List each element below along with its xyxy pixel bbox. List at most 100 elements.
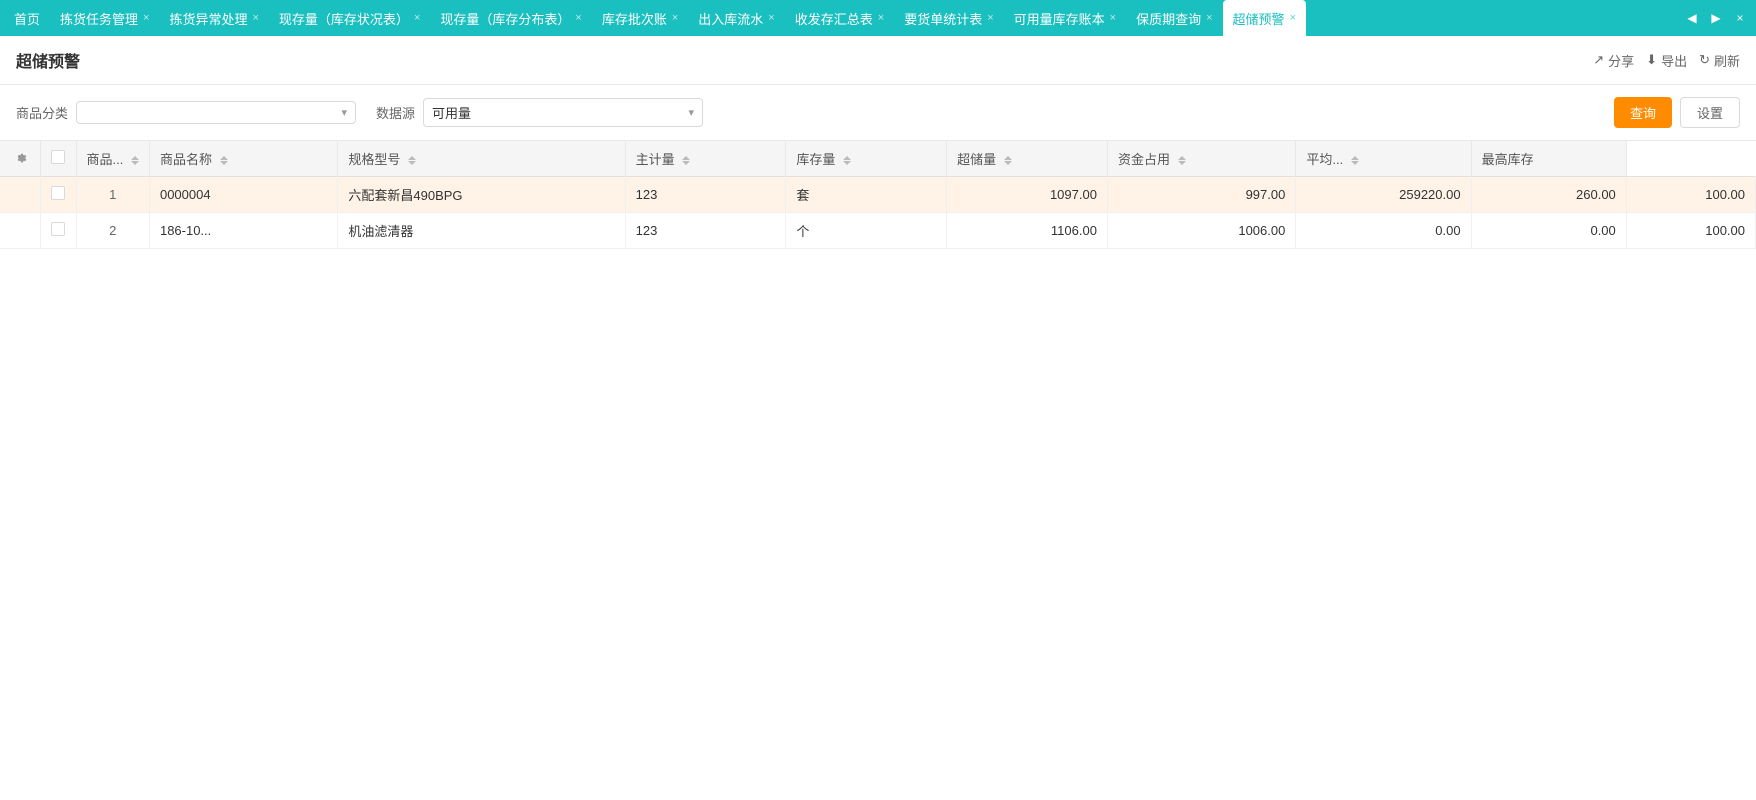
row-overstock: 997.00 bbox=[1107, 177, 1295, 213]
row-spec: 123 bbox=[625, 177, 786, 213]
export-icon: ⬇ bbox=[1646, 52, 1657, 68]
col-overstock-label: 超储量 bbox=[957, 152, 996, 167]
header-actions: ↗ 分享 ⬇ 导出 ↻ 刷新 bbox=[1593, 51, 1740, 70]
product-code-sort-icon[interactable] bbox=[131, 156, 139, 165]
data-source-label: 数据源 bbox=[376, 103, 415, 122]
nav-arrows: ◀ ▶ × bbox=[1680, 0, 1752, 36]
top-navigation: 首页拣货任务管理 ×拣货异常处理 ×现存量（库存状况表） ×现存量（库存分布表）… bbox=[0, 0, 1756, 36]
col-capital-header[interactable]: 资金占用 bbox=[1107, 141, 1295, 177]
col-checkbox-header[interactable] bbox=[40, 141, 76, 177]
nav-item-label: 收发存汇总表 bbox=[795, 9, 873, 28]
nav-item-close-icon[interactable]: × bbox=[575, 12, 581, 24]
avg-sort-icon[interactable] bbox=[1351, 156, 1359, 165]
product-category-filter: 商品分类 ▾ bbox=[16, 101, 356, 124]
col-product-name-label: 商品名称 bbox=[160, 152, 212, 167]
nav-item-close-icon[interactable]: × bbox=[768, 12, 774, 24]
row-checkbox[interactable] bbox=[51, 222, 65, 236]
page-content: 超储预警 ↗ 分享 ⬇ 导出 ↻ 刷新 商品分类 ▾ 数据源 bbox=[0, 36, 1756, 800]
product-category-select[interactable]: ▾ bbox=[76, 101, 356, 124]
row-product-name: 机油滤清器 bbox=[338, 213, 625, 249]
row-max-inventory: 100.00 bbox=[1626, 177, 1755, 213]
nav-item-close-icon[interactable]: × bbox=[414, 12, 420, 24]
refresh-button[interactable]: ↻ 刷新 bbox=[1699, 51, 1740, 70]
data-table: 商品... 商品名称 规格型号 bbox=[0, 141, 1756, 249]
nav-item-label: 拣货任务管理 bbox=[60, 9, 138, 28]
filter-actions: 查询 设置 bbox=[1614, 97, 1740, 128]
nav-item-abnormal[interactable]: 拣货异常处理 × bbox=[159, 0, 268, 36]
row-avg: 260.00 bbox=[1471, 177, 1626, 213]
nav-item-inout-flow[interactable]: 出入库流水 × bbox=[688, 0, 784, 36]
nav-item-inventory-dist[interactable]: 现存量（库存分布表） × bbox=[430, 0, 591, 36]
nav-item-collect-summary[interactable]: 收发存汇总表 × bbox=[785, 0, 894, 36]
select-all-checkbox[interactable] bbox=[51, 150, 65, 164]
nav-item-label: 要货单统计表 bbox=[904, 9, 982, 28]
product-category-label: 商品分类 bbox=[16, 103, 68, 122]
col-spec-header[interactable]: 规格型号 bbox=[338, 141, 625, 177]
col-inventory-header[interactable]: 库存量 bbox=[786, 141, 947, 177]
page-title: 超储预警 bbox=[16, 48, 80, 72]
row-checkbox[interactable] bbox=[51, 186, 65, 200]
col-max-inventory-header[interactable]: 最高库存 bbox=[1471, 141, 1626, 177]
nav-item-task-mgmt[interactable]: 拣货任务管理 × bbox=[50, 0, 159, 36]
nav-item-close-icon[interactable]: × bbox=[987, 12, 993, 24]
inventory-sort-icon[interactable] bbox=[843, 156, 851, 165]
nav-item-close-icon[interactable]: × bbox=[252, 12, 258, 24]
col-avg-header[interactable]: 平均... bbox=[1296, 141, 1471, 177]
col-product-name-header[interactable]: 商品名称 bbox=[149, 141, 337, 177]
nav-item-close-icon[interactable]: × bbox=[672, 12, 678, 24]
nav-item-available-account[interactable]: 可用量库存账本 × bbox=[1004, 0, 1126, 36]
product-name-sort-icon[interactable] bbox=[220, 156, 228, 165]
nav-item-label: 库存批次账 bbox=[602, 9, 667, 28]
row-unit: 套 bbox=[786, 177, 947, 213]
nav-item-close-icon[interactable]: × bbox=[1206, 12, 1212, 24]
nav-arrow-close[interactable]: × bbox=[1728, 0, 1752, 36]
row-capital: 259220.00 bbox=[1296, 177, 1471, 213]
nav-arrow-right[interactable]: ▶ bbox=[1704, 0, 1728, 36]
table-row: 2186-10...机油滤清器123个1106.001006.000.000.0… bbox=[0, 213, 1756, 249]
nav-item-label: 拣货异常处理 bbox=[169, 9, 247, 28]
refresh-icon: ↻ bbox=[1699, 52, 1710, 68]
col-unit-label: 主计量 bbox=[636, 152, 675, 167]
col-capital-label: 资金占用 bbox=[1118, 152, 1170, 167]
gear-icon[interactable] bbox=[12, 149, 28, 165]
nav-item-inventory-status[interactable]: 现存量（库存状况表） × bbox=[269, 0, 430, 36]
share-button[interactable]: ↗ 分享 bbox=[1593, 51, 1634, 70]
data-source-select[interactable]: 可用量 ▾ bbox=[423, 98, 703, 127]
nav-item-label: 首页 bbox=[14, 9, 40, 28]
nav-item-order-stats[interactable]: 要货单统计表 × bbox=[894, 0, 1003, 36]
share-icon: ↗ bbox=[1593, 52, 1604, 68]
spec-sort-icon[interactable] bbox=[408, 156, 416, 165]
col-inventory-label: 库存量 bbox=[796, 152, 835, 167]
nav-item-quality-check[interactable]: 保质期查询 × bbox=[1126, 0, 1222, 36]
table-container: 商品... 商品名称 规格型号 bbox=[0, 141, 1756, 249]
overstock-sort-icon[interactable] bbox=[1004, 156, 1012, 165]
col-avg-label: 平均... bbox=[1306, 152, 1343, 167]
nav-item-close-icon[interactable]: × bbox=[1110, 12, 1116, 24]
nav-arrow-left[interactable]: ◀ bbox=[1680, 0, 1704, 36]
col-unit-header[interactable]: 主计量 bbox=[625, 141, 786, 177]
share-label: 分享 bbox=[1608, 51, 1634, 70]
nav-item-overstock-warning[interactable]: 超储预警 × bbox=[1223, 0, 1306, 36]
nav-item-batch[interactable]: 库存批次账 × bbox=[592, 0, 688, 36]
col-product-code-header[interactable]: 商品... bbox=[76, 141, 149, 177]
unit-sort-icon[interactable] bbox=[682, 156, 690, 165]
row-spec: 123 bbox=[625, 213, 786, 249]
page-header: 超储预警 ↗ 分享 ⬇ 导出 ↻ 刷新 bbox=[0, 36, 1756, 85]
nav-item-label: 出入库流水 bbox=[698, 9, 763, 28]
product-category-dropdown-icon: ▾ bbox=[341, 106, 347, 119]
col-gear-header[interactable] bbox=[0, 141, 40, 177]
row-gear bbox=[0, 213, 40, 249]
capital-sort-icon[interactable] bbox=[1178, 156, 1186, 165]
nav-item-home[interactable]: 首页 bbox=[4, 0, 50, 36]
settings-button[interactable]: 设置 bbox=[1680, 97, 1740, 128]
nav-item-close-icon[interactable]: × bbox=[878, 12, 884, 24]
data-source-filter: 数据源 可用量 ▾ bbox=[376, 98, 703, 127]
row-product-code: 0000004 bbox=[149, 177, 337, 213]
nav-item-close-icon[interactable]: × bbox=[1290, 12, 1296, 24]
row-inventory: 1097.00 bbox=[947, 177, 1108, 213]
nav-item-close-icon[interactable]: × bbox=[143, 12, 149, 24]
export-button[interactable]: ⬇ 导出 bbox=[1646, 51, 1687, 70]
col-overstock-header[interactable]: 超储量 bbox=[947, 141, 1108, 177]
query-button[interactable]: 查询 bbox=[1614, 97, 1672, 128]
nav-item-label: 可用量库存账本 bbox=[1014, 9, 1105, 28]
